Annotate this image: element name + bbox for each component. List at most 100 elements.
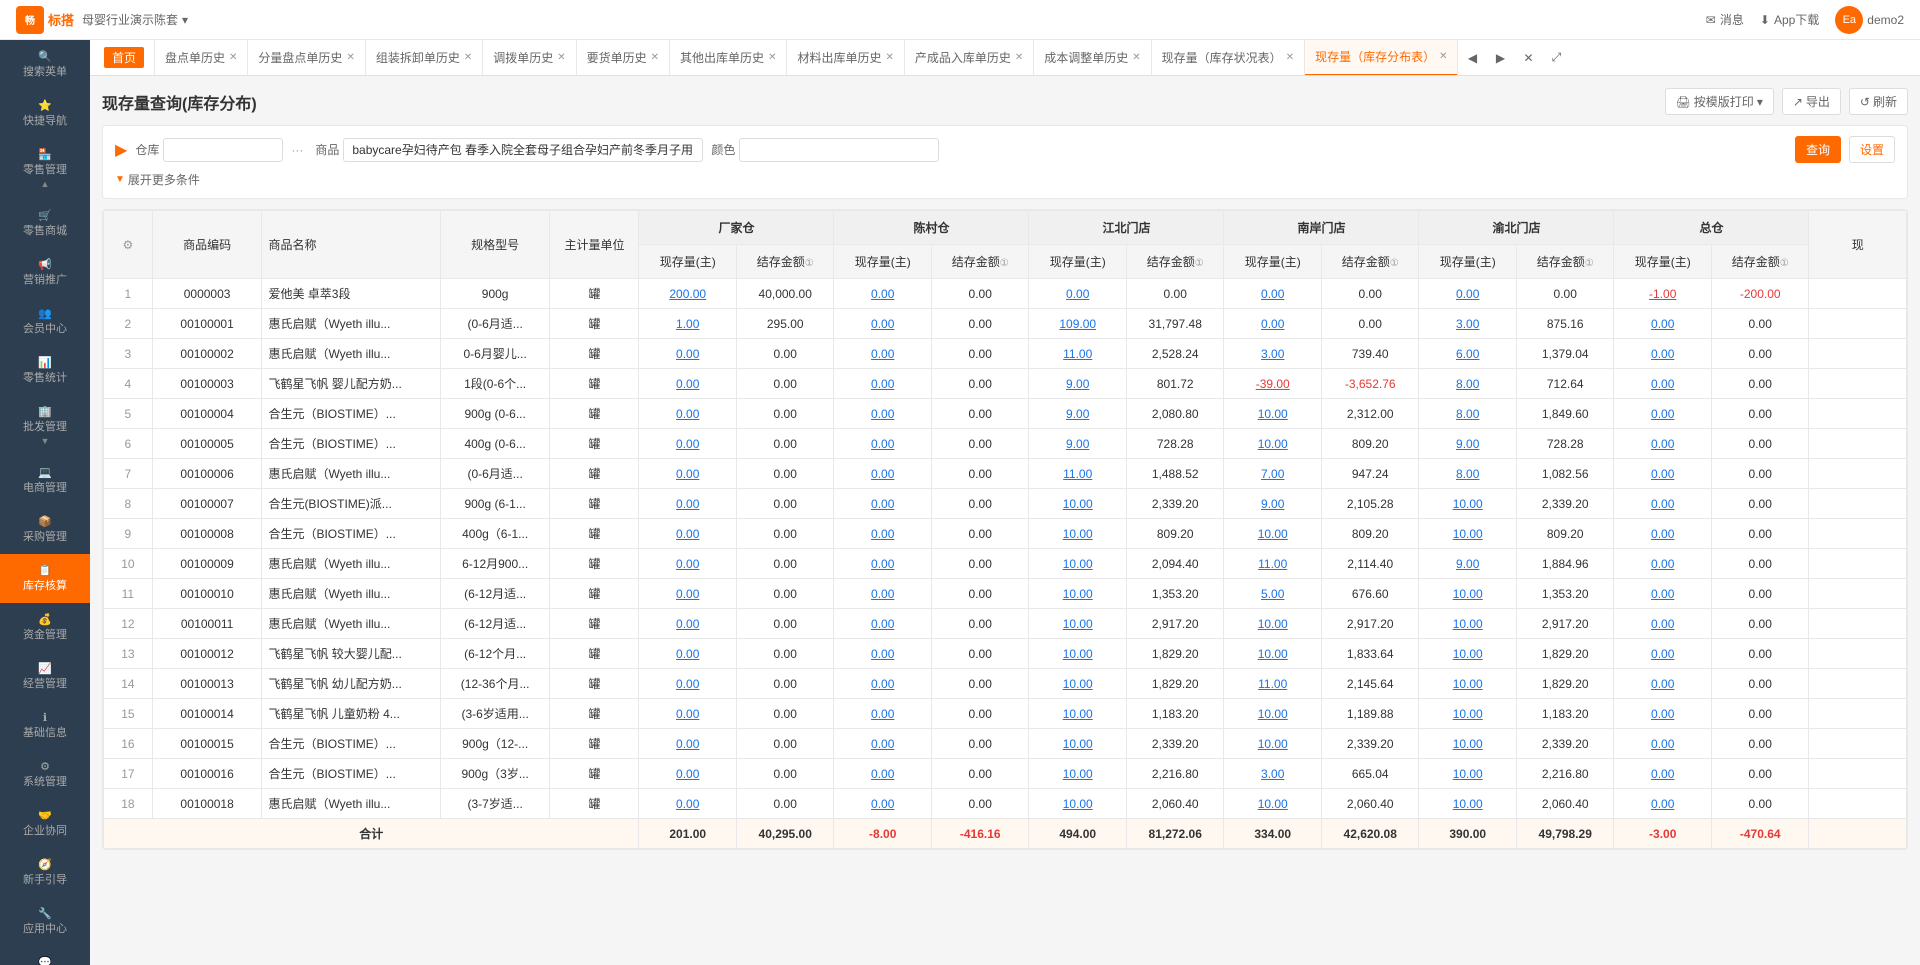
sidebar-item-nav[interactable]: ⭐ 快捷导航 <box>0 89 90 138</box>
expand-conditions-btn[interactable]: ▼ 展开更多条件 <box>115 171 200 188</box>
factory-amt: 295.00 <box>736 309 834 339</box>
close-icon[interactable]: ✕ <box>229 52 237 63</box>
product-code: 00100015 <box>152 729 262 759</box>
tab-cost-adjust[interactable]: 成本调整单历史 ✕ <box>1034 40 1151 76</box>
total-qty: 0.00 <box>1614 309 1712 339</box>
total-qty: 0.00 <box>1614 429 1712 459</box>
sidebar-item-search[interactable]: 🔍 搜索英单 <box>0 40 90 89</box>
total-amt: 0.00 <box>1711 639 1809 669</box>
warehouse-input[interactable] <box>163 138 283 162</box>
info-icon[interactable]: ① <box>805 258 814 269</box>
refresh-btn[interactable]: ↺ 刷新 <box>1849 88 1908 115</box>
product-spec: 900g <box>440 279 550 309</box>
sidebar-item-corp[interactable]: 🤝 企业协同 <box>0 799 90 848</box>
total-qty: 0.00 <box>1614 339 1712 369</box>
sidebar-item-app-center[interactable]: 🔧 应用中心 <box>0 897 90 946</box>
product-spec: 6-12月900... <box>440 549 550 579</box>
table-row: 200100001惠氏启赋（Wyeth illu...(0-6月适...罐1.0… <box>104 309 1907 339</box>
tab-requisition[interactable]: 要货单历史 ✕ <box>577 40 670 76</box>
info-icon[interactable]: ① <box>1780 258 1789 269</box>
collapse-arrow[interactable]: ▶ <box>115 140 127 160</box>
close-icon[interactable]: ✕ <box>1286 52 1294 63</box>
info-icon[interactable]: ① <box>1000 258 1009 269</box>
sidebar-item-guide[interactable]: 🧭 新手引导 <box>0 848 90 897</box>
print-btn[interactable]: 🖨 按模版打印 ▾ <box>1665 88 1774 115</box>
sidebar-item-purchase[interactable]: 📦 采购管理 <box>0 505 90 554</box>
sidebar-item-marketing[interactable]: 📢 营销推广 <box>0 248 90 297</box>
org-selector[interactable]: 母婴行业演示陈套 ▾ <box>82 11 188 28</box>
yubei-qty: 10.00 <box>1419 639 1517 669</box>
query-btn[interactable]: 查询 <box>1795 136 1841 163</box>
tab-home[interactable]: 首页 <box>94 40 155 76</box>
factory-qty: 0.00 <box>639 339 737 369</box>
sidebar-item-sys[interactable]: ⚙ 系统管理 <box>0 750 90 799</box>
warehouse-dots-btn[interactable]: ··· <box>287 143 307 157</box>
product-spec: 900g (6-1... <box>440 489 550 519</box>
close-icon[interactable]: ✕ <box>651 52 659 63</box>
sidebar-item-operations[interactable]: 📈 经营管理 <box>0 652 90 701</box>
tab-assembly[interactable]: 组装拆卸单历史 ✕ <box>366 40 483 76</box>
tab-stock-status[interactable]: 现存量（库存状况表） ✕ <box>1152 40 1305 76</box>
export-btn[interactable]: ↗ 导出 <box>1782 88 1841 115</box>
close-icon[interactable]: ✕ <box>1132 52 1140 63</box>
sidebar-item-retail-mall[interactable]: 🛒 零售商城 <box>0 199 90 248</box>
info-icon[interactable]: ① <box>1585 258 1594 269</box>
tab-next-btn[interactable]: ▶ <box>1486 40 1514 76</box>
sidebar-item-ecommerce[interactable]: 💻 电商管理 <box>0 456 90 505</box>
close-icon[interactable]: ✕ <box>557 52 565 63</box>
product-unit: 罐 <box>550 789 639 819</box>
th-j-qty: 现存量(主) <box>1029 245 1127 279</box>
tab-other-out[interactable]: 其他出库单历史 ✕ <box>670 40 787 76</box>
th-code: 商品编码 <box>152 211 262 279</box>
page-header: 现存量查询(库存分布) 🖨 按模版打印 ▾ ↗ 导出 ↺ 刷新 <box>102 88 1908 115</box>
tab-product-in[interactable]: 产成品入库单历史 ✕ <box>905 40 1034 76</box>
tab-transfer[interactable]: 调拨单历史 ✕ <box>483 40 576 76</box>
color-input[interactable] <box>739 138 939 162</box>
table-row: 1000100009惠氏启赋（Wyeth illu...6-12月900...罐… <box>104 549 1907 579</box>
table-row: 1500100014飞鹤星飞帆 儿童奶粉 4...(3-6岁适用...罐0.00… <box>104 699 1907 729</box>
tab-material-out[interactable]: 材料出库单历史 ✕ <box>787 40 904 76</box>
yubei-amt: 728.28 <box>1516 429 1614 459</box>
yubei-qty: 8.00 <box>1419 459 1517 489</box>
gear-icon[interactable]: ⚙ <box>122 238 133 252</box>
total-amt: 0.00 <box>1711 789 1809 819</box>
close-icon[interactable]: ✕ <box>885 52 893 63</box>
close-icon[interactable]: ✕ <box>1015 52 1023 63</box>
sidebar-item-wholesale[interactable]: 🏢 批发管理 ▼ <box>0 395 90 456</box>
sidebar-item-wechat-work[interactable]: 💬 企业微信 <box>0 946 90 965</box>
tab-branch-stock[interactable]: 分量盘点单历史 ✕ <box>248 40 365 76</box>
message-btn[interactable]: ✉ 消息 <box>1706 11 1744 28</box>
current <box>1809 279 1907 309</box>
nanan-amt: 739.40 <box>1321 339 1419 369</box>
close-icon[interactable]: ✕ <box>346 52 354 63</box>
user-area[interactable]: Ea demo2 <box>1835 6 1904 34</box>
tab-close-btn[interactable]: ✕ <box>1514 40 1542 76</box>
factory-qty: 0.00 <box>639 549 737 579</box>
tab-expand-btn[interactable]: ⤢ <box>1542 40 1570 76</box>
setting-btn[interactable]: 设置 <box>1849 136 1895 163</box>
sidebar-item-basic-info[interactable]: ℹ 基础信息 <box>0 701 90 750</box>
close-icon[interactable]: ✕ <box>464 52 472 63</box>
sidebar-item-finance[interactable]: 💰 资金管理 <box>0 603 90 652</box>
close-icon[interactable]: ✕ <box>768 52 776 63</box>
sidebar-item-retail-stats[interactable]: 📊 零售统计 <box>0 346 90 395</box>
current <box>1809 429 1907 459</box>
tab-stock-history[interactable]: 盘点单历史 ✕ <box>155 40 248 76</box>
close-icon[interactable]: ✕ <box>1439 51 1447 62</box>
info-icon[interactable]: ① <box>1390 258 1399 269</box>
chencun-amt: 0.00 <box>931 609 1029 639</box>
sidebar-item-retail-mgmt[interactable]: 🏪 零售管理 ▲ <box>0 138 90 199</box>
chencun-qty: 0.00 <box>834 519 932 549</box>
expand-indicator-2: ▼ <box>41 436 50 446</box>
product-spec: 400g (0-6... <box>440 429 550 459</box>
current <box>1809 609 1907 639</box>
sidebar-item-inventory[interactable]: 📋 库存核算 <box>0 554 90 603</box>
app-download-btn[interactable]: ⬇ App下载 <box>1760 11 1819 28</box>
tab-stock-dist[interactable]: 现存量（库存分布表） ✕ <box>1305 40 1458 76</box>
tab-prev-btn[interactable]: ◀ <box>1458 40 1486 76</box>
sidebar-item-members[interactable]: 👥 会员中心 <box>0 297 90 346</box>
row-num: 6 <box>104 429 153 459</box>
product-input[interactable] <box>343 138 703 162</box>
info-icon[interactable]: ① <box>1195 258 1204 269</box>
chencun-qty: 0.00 <box>834 399 932 429</box>
